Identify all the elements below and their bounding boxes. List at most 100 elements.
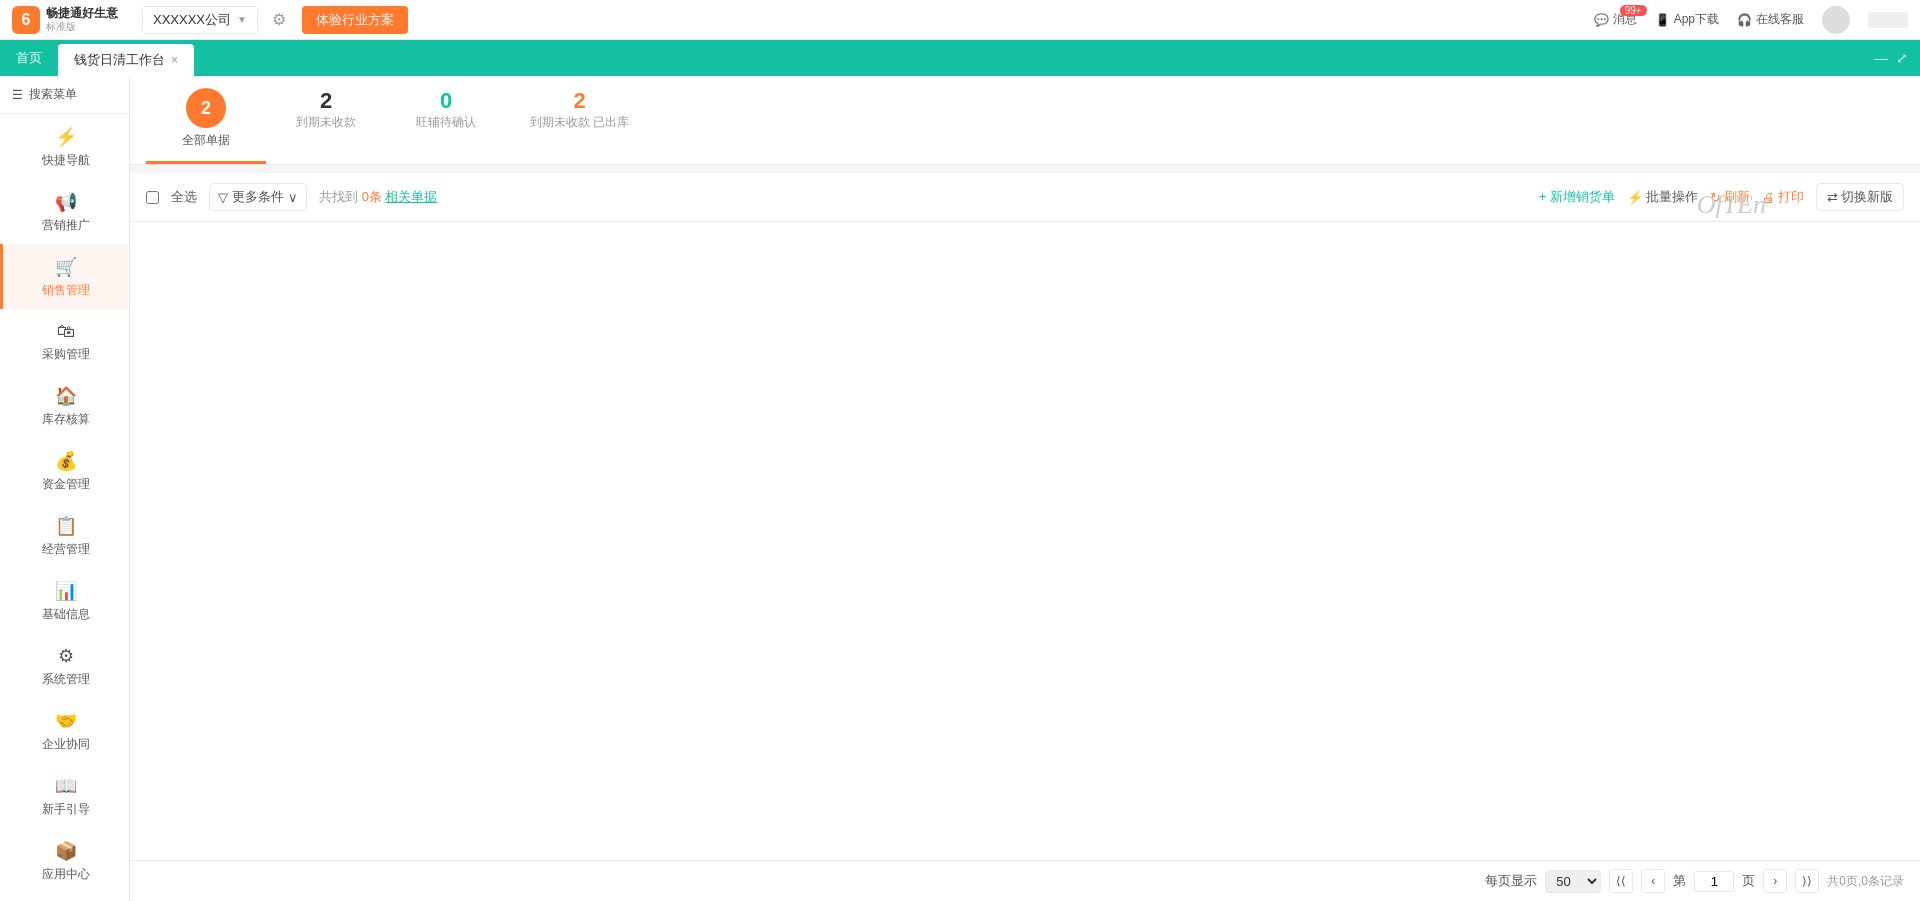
sidebar-item-purchase[interactable]: 🛍 采购管理	[0, 309, 129, 373]
stat-tab-all[interactable]: 2 全部单据	[146, 76, 266, 164]
message-action[interactable]: 💬 消息 99+	[1594, 11, 1637, 28]
quick-nav-icon: ⚡	[55, 126, 77, 148]
stat-tab-overdue[interactable]: 2 到期未收款	[266, 76, 386, 164]
tab-expand-icon[interactable]: ⤢	[1896, 50, 1908, 66]
tab-home[interactable]: 首页	[0, 40, 58, 76]
stat-tab-overdue-out[interactable]: 2 到期未收款 已出库	[506, 76, 653, 164]
switch-version-button[interactable]: ⇄ 切换新版	[1816, 183, 1904, 211]
search-icon: ☰	[12, 88, 23, 102]
batch-button[interactable]: ⚡ 批量操作	[1627, 188, 1698, 206]
online-service-label: 在线客服	[1756, 11, 1804, 28]
online-service-action[interactable]: 🎧 在线客服	[1737, 11, 1804, 28]
stat-label-overdue-out: 到期未收款 已出库	[530, 114, 629, 131]
filter-icon: ▽	[218, 190, 228, 205]
sidebar-item-marketing[interactable]: 📢 营销推广	[0, 179, 129, 244]
stat-num-overdue-out: 2	[574, 88, 586, 114]
batch-icon: ⚡	[1627, 190, 1643, 205]
related-link[interactable]: 相关单据	[385, 189, 437, 204]
app-download-label: App下载	[1674, 11, 1719, 28]
app-title: 畅捷通好生意	[46, 6, 118, 20]
sidebar-item-app-center[interactable]: 📦 应用中心	[0, 828, 129, 893]
app-subtitle: 标准版	[46, 21, 118, 33]
tab-bar: 首页 钱货日清工作台 × — ⤢	[0, 40, 1920, 76]
tab-home-label: 首页	[16, 49, 42, 67]
toolbar-right: + 新增销货单 ⚡ 批量操作 ↻ 刷新 🖨 打印 ⇄ 切换新版	[1536, 183, 1904, 211]
app-center-icon: 📦	[55, 840, 77, 862]
message-badge: 99+	[1620, 5, 1647, 16]
sidebar-item-sales[interactable]: 🛒 销售管理	[0, 244, 129, 309]
app-download-icon: 📱	[1655, 13, 1670, 27]
sidebar-item-label: 资金管理	[42, 476, 90, 493]
sidebar-item-capital[interactable]: 💰 资金管理	[0, 438, 129, 503]
avatar[interactable]	[1822, 6, 1850, 34]
sidebar-item-label: 应用中心	[42, 866, 90, 883]
settings-icon[interactable]: ⚙	[268, 6, 290, 33]
refresh-button[interactable]: ↻ 刷新	[1710, 188, 1750, 206]
sidebar-item-basic-info[interactable]: 📊 基础信息	[0, 568, 129, 633]
sidebar-item-label: 企业协同	[42, 736, 90, 753]
filter-label: 更多条件	[232, 188, 284, 206]
total-records: 共0页,0条记录	[1827, 873, 1904, 890]
message-icon: 💬	[1594, 13, 1609, 27]
basic-info-icon: 📊	[55, 580, 77, 602]
last-page-button[interactable]: ⟩⟩	[1795, 869, 1819, 893]
tab-work-bench[interactable]: 钱货日清工作台 ×	[58, 44, 194, 76]
sidebar-item-label: 基础信息	[42, 606, 90, 623]
next-page-button[interactable]: ›	[1763, 869, 1787, 893]
top-header: 6 畅捷通好生意 标准版 XXXXXX公司 ▼ ⚙ 体验行业方案 💬 消息 99…	[0, 0, 1920, 40]
stat-tab-pending[interactable]: 0 旺辅待确认	[386, 76, 506, 164]
sidebar-item-label: 经营管理	[42, 541, 90, 558]
stat-label-overdue: 到期未收款	[296, 114, 356, 131]
tab-minimize-icon[interactable]: —	[1874, 50, 1888, 66]
first-page-button[interactable]: ⟨⟨	[1609, 869, 1633, 893]
main-layout: ☰ 搜索菜单 ⚡ 快捷导航 📢 营销推广 🛒 销售管理 🛍 采购管理 🏠 库存核…	[0, 76, 1920, 901]
pagination: 每页显示 50 20 100 ⟨⟨ ‹ 第 页 › ⟩⟩ 共0页,0条记录	[130, 860, 1920, 901]
sidebar-search[interactable]: ☰ 搜索菜单	[0, 76, 129, 114]
user-name	[1868, 12, 1908, 28]
found-prefix: 共找到 0条 相关单据	[319, 188, 437, 206]
page-number-input[interactable]	[1694, 871, 1734, 892]
sidebar-item-quick-nav[interactable]: ⚡ 快捷导航	[0, 114, 129, 179]
close-icon[interactable]: ×	[171, 53, 178, 67]
per-page-select[interactable]: 50 20 100	[1545, 870, 1601, 893]
stat-num-all: 2	[201, 98, 211, 119]
logo-area: 6 畅捷通好生意 标准版	[12, 6, 142, 34]
page-suffix: 页	[1742, 872, 1755, 890]
headset-icon: 🎧	[1737, 13, 1752, 27]
main-content: 2 全部单据 2 到期未收款 0 旺辅待确认 2 到期未收款 已出库 全选 ▽	[130, 76, 1920, 901]
stats-tabs: 2 全部单据 2 到期未收款 0 旺辅待确认 2 到期未收款 已出库	[130, 76, 1920, 165]
app-download-action[interactable]: 📱 App下载	[1655, 11, 1719, 28]
sidebar: ☰ 搜索菜单 ⚡ 快捷导航 📢 营销推广 🛒 销售管理 🛍 采购管理 🏠 库存核…	[0, 76, 130, 901]
sidebar-item-inventory[interactable]: 🏠 库存核算	[0, 373, 129, 438]
enterprise-icon: 🤝	[55, 710, 77, 732]
tab-bar-right: — ⤢	[1874, 40, 1920, 76]
trial-button[interactable]: 体验行业方案	[302, 6, 408, 34]
sidebar-item-operations[interactable]: 📋 经营管理	[0, 503, 129, 568]
sales-icon: 🛒	[55, 256, 77, 278]
switch-icon: ⇄	[1827, 190, 1838, 205]
sidebar-item-wechat[interactable]: 💬 企业微信	[0, 893, 129, 901]
sidebar-item-label: 销售管理	[42, 282, 90, 299]
add-sales-button[interactable]: + 新增销货单	[1536, 188, 1615, 206]
capital-icon: 💰	[55, 450, 77, 472]
prev-page-button[interactable]: ‹	[1641, 869, 1665, 893]
sidebar-item-enterprise[interactable]: 🤝 企业协同	[0, 698, 129, 763]
chevron-down-icon: ∨	[288, 190, 298, 205]
inventory-icon: 🏠	[55, 385, 77, 407]
select-all-checkbox[interactable]	[146, 191, 159, 204]
header-right: 💬 消息 99+ 📱 App下载 🎧 在线客服	[1594, 6, 1908, 34]
guide-icon: 📖	[55, 775, 77, 797]
print-button[interactable]: 🖨 打印	[1762, 188, 1804, 206]
company-selector[interactable]: XXXXXX公司 ▼	[142, 6, 258, 34]
system-icon: ⚙	[58, 645, 74, 667]
filter-button[interactable]: ▽ 更多条件 ∨	[209, 183, 307, 211]
logo-text: 畅捷通好生意 标准版	[46, 6, 118, 32]
operations-icon: 📋	[55, 515, 77, 537]
sidebar-item-label: 库存核算	[42, 411, 90, 428]
logo-icon: 6	[12, 6, 40, 34]
found-count: 0条	[362, 189, 382, 204]
sidebar-item-label: 系统管理	[42, 671, 90, 688]
sidebar-item-system[interactable]: ⚙ 系统管理	[0, 633, 129, 698]
sidebar-item-guide[interactable]: 📖 新手引导	[0, 763, 129, 828]
stat-label-pending: 旺辅待确认	[416, 114, 476, 131]
